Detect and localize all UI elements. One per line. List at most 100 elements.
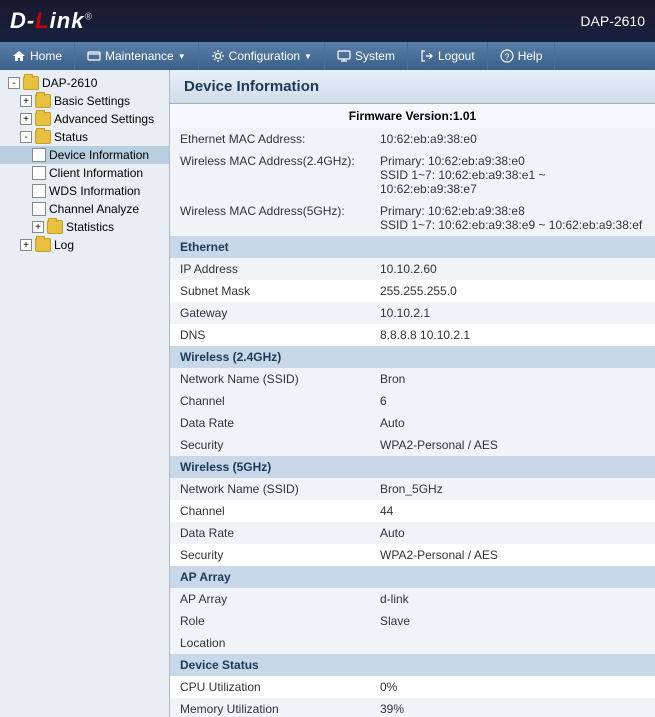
page-icon [32, 148, 46, 162]
info-value: 44 [370, 500, 655, 522]
sidebar-item-dap2610[interactable]: - DAP-2610 [0, 74, 169, 92]
maintenance-arrow: ▼ [178, 52, 186, 61]
page-icon [32, 166, 46, 180]
config-icon [211, 49, 225, 63]
folder-icon [35, 94, 51, 108]
sidebar-item-advanced-settings[interactable]: + Advanced Settings [0, 110, 169, 128]
info-label: AP Array [170, 588, 370, 610]
info-label: Channel [170, 390, 370, 412]
table-row: IP Address10.10.2.60 [170, 258, 655, 280]
table-row: Network Name (SSID)Bron_5GHz [170, 478, 655, 500]
sidebar-label-wds-info: WDS Information [49, 184, 140, 198]
info-label: Subnet Mask [170, 280, 370, 302]
info-label: DNS [170, 324, 370, 346]
sidebar-label-statistics: Statistics [66, 220, 114, 234]
sidebar-label-dap2610: DAP-2610 [42, 76, 97, 90]
info-label: Channel [170, 500, 370, 522]
table-row: AP Arrayd-link [170, 588, 655, 610]
table-row: SecurityWPA2-Personal / AES [170, 434, 655, 456]
info-value: 10.10.2.60 [370, 258, 655, 280]
nav-logout[interactable]: Logout [408, 42, 488, 70]
sidebar-label-channel-analyze: Channel Analyze [49, 202, 139, 216]
nav-system[interactable]: System [325, 42, 408, 70]
table-row: Ethernet MAC Address:10:62:eb:a9:38:e0 [170, 128, 655, 150]
info-value: Slave [370, 610, 655, 632]
table-row: Channel6 [170, 390, 655, 412]
firmware-row: Firmware Version:1.01 [170, 104, 655, 128]
section-header-cell: Device Status [170, 654, 655, 676]
nav-maintenance[interactable]: Maintenance ▼ [75, 42, 199, 70]
folder-icon [35, 238, 51, 252]
info-value: d-link [370, 588, 655, 610]
sidebar-item-client-info[interactable]: Client Information [0, 164, 169, 182]
section-header-cell: Wireless (5GHz) [170, 456, 655, 478]
sidebar: - DAP-2610 + Basic Settings + Advanced S… [0, 70, 170, 717]
table-row: Gateway10.10.2.1 [170, 302, 655, 324]
sidebar-item-log[interactable]: + Log [0, 236, 169, 254]
folder-icon [47, 220, 63, 234]
info-label: Security [170, 434, 370, 456]
system-icon [337, 49, 351, 63]
info-label: Security [170, 544, 370, 566]
nav-home[interactable]: Home [0, 42, 75, 70]
info-label: Wireless MAC Address(2.4GHz): [170, 150, 370, 200]
header: D-Link® DAP-2610 [0, 0, 655, 42]
sidebar-label-status: Status [54, 130, 88, 144]
table-row: RoleSlave [170, 610, 655, 632]
info-label: Ethernet MAC Address: [170, 128, 370, 150]
folder-icon [23, 76, 39, 90]
info-label: Data Rate [170, 412, 370, 434]
table-row: Memory Utilization39% [170, 698, 655, 717]
expand-icon: + [20, 239, 32, 251]
logout-icon [420, 49, 434, 63]
info-value: Primary: 10:62:eb:a9:38:e8SSID 1~7: 10:6… [370, 200, 655, 236]
info-value: 39% [370, 698, 655, 717]
firmware-label: Firmware Version:1.01 [349, 109, 476, 123]
table-row: Wireless MAC Address(2.4GHz):Primary: 10… [170, 150, 655, 200]
info-value: 10:62:eb:a9:38:e0 [370, 128, 655, 150]
sidebar-label-client-info: Client Information [49, 166, 143, 180]
info-label: Memory Utilization [170, 698, 370, 717]
table-row: Device Status [170, 654, 655, 676]
table-row: Data RateAuto [170, 412, 655, 434]
sidebar-item-status[interactable]: - Status [0, 128, 169, 146]
table-row: Channel44 [170, 500, 655, 522]
sidebar-label-advanced-settings: Advanced Settings [54, 112, 154, 126]
config-arrow: ▼ [304, 52, 312, 61]
page-icon [32, 202, 46, 216]
info-label: Wireless MAC Address(5GHz): [170, 200, 370, 236]
info-value: Primary: 10:62:eb:a9:38:e0SSID 1~7: 10:6… [370, 150, 655, 200]
info-label: Network Name (SSID) [170, 478, 370, 500]
info-label: Role [170, 610, 370, 632]
info-value: 8.8.8.8 10.10.2.1 [370, 324, 655, 346]
info-label: Network Name (SSID) [170, 368, 370, 390]
info-value: Bron_5GHz [370, 478, 655, 500]
folder-icon [35, 112, 51, 126]
nav-help[interactable]: ? Help [488, 42, 556, 70]
info-value: 6 [370, 390, 655, 412]
nav-configuration[interactable]: Configuration ▼ [199, 42, 325, 70]
expand-icon: - [20, 131, 32, 143]
table-row: AP Array [170, 566, 655, 588]
sidebar-item-basic-settings[interactable]: + Basic Settings [0, 92, 169, 110]
info-label: Gateway [170, 302, 370, 324]
model-label: DAP-2610 [580, 13, 645, 29]
info-value: Auto [370, 412, 655, 434]
table-row: Wireless (2.4GHz) [170, 346, 655, 368]
sidebar-item-channel-analyze[interactable]: Channel Analyze [0, 200, 169, 218]
info-value: WPA2-Personal / AES [370, 434, 655, 456]
sidebar-item-wds-info[interactable]: WDS Information [0, 182, 169, 200]
info-value: 10.10.2.1 [370, 302, 655, 324]
help-icon: ? [500, 49, 514, 63]
sidebar-item-statistics[interactable]: + Statistics [0, 218, 169, 236]
info-label: Location [170, 632, 370, 654]
section-header-cell: Ethernet [170, 236, 655, 258]
device-info-table: Firmware Version:1.01 Ethernet MAC Addre… [170, 104, 655, 717]
info-value: Auto [370, 522, 655, 544]
table-row: Wireless MAC Address(5GHz):Primary: 10:6… [170, 200, 655, 236]
table-row: Location [170, 632, 655, 654]
sidebar-item-device-info[interactable]: Device Information [0, 146, 169, 164]
table-row: Ethernet [170, 236, 655, 258]
info-value: WPA2-Personal / AES [370, 544, 655, 566]
sidebar-label-basic-settings: Basic Settings [54, 94, 130, 108]
